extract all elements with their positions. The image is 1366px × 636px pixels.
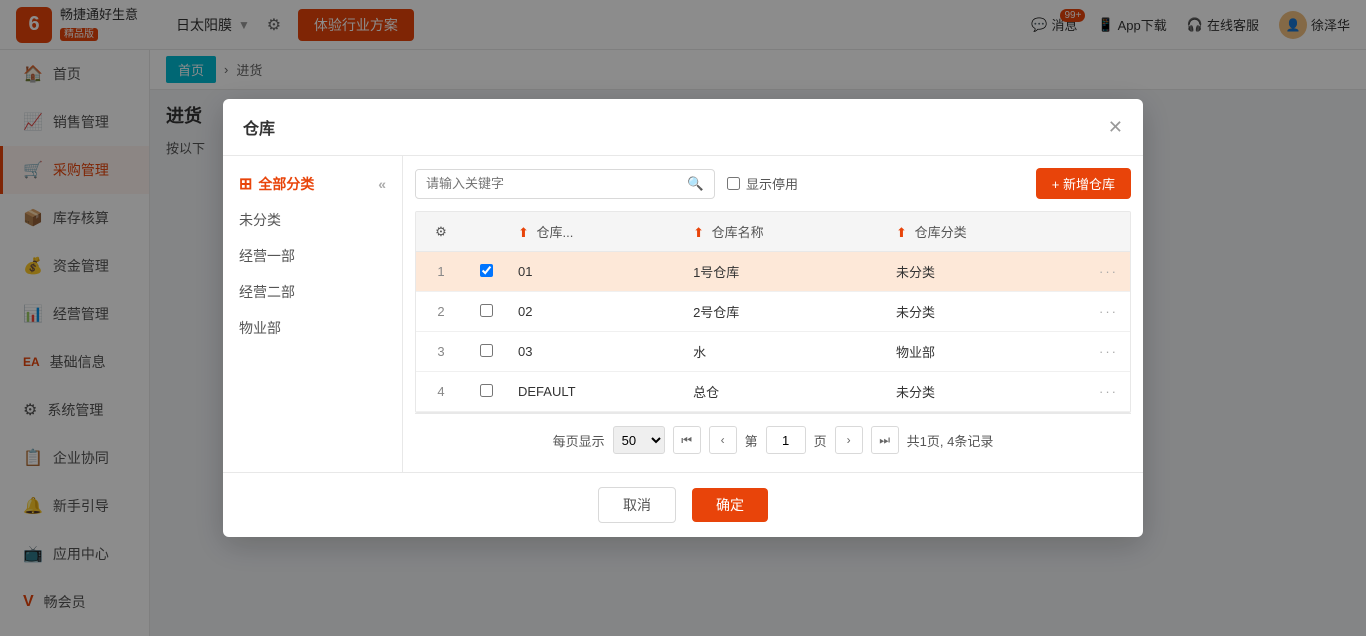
cancel-button[interactable]: 取消 xyxy=(598,487,676,523)
per-page-label: 每页显示 xyxy=(553,431,605,450)
row-checkbox-cell[interactable] xyxy=(466,292,506,332)
search-input[interactable] xyxy=(416,170,677,197)
modal-sidebar-header: ⊞ 全部分类 « xyxy=(223,166,402,202)
row-checkbox[interactable] xyxy=(480,264,493,277)
row-name: 1号仓库 xyxy=(681,252,884,292)
first-page-button[interactable]: ⏮ xyxy=(673,426,701,454)
row-code: DEFAULT xyxy=(506,372,681,412)
col-header-check xyxy=(466,212,506,252)
row-num: 1 xyxy=(416,252,466,292)
table-row[interactable]: 1 01 1号仓库 未分类 ··· xyxy=(416,252,1130,292)
table-row[interactable]: 4 DEFAULT 总仓 未分类 ··· xyxy=(416,372,1130,412)
col-header-gear[interactable]: ⚙ xyxy=(416,212,466,252)
row-name: 总仓 xyxy=(681,372,884,412)
col-header-category[interactable]: ⬆ 仓库分类 xyxy=(884,212,1087,252)
row-name: 2号仓库 xyxy=(681,292,884,332)
table-row[interactable]: 3 03 水 物业部 ··· xyxy=(416,332,1130,372)
row-code: 03 xyxy=(506,332,681,372)
grid-icon: ⊞ xyxy=(239,174,252,194)
modal-pagination: 每页显示 50 100 ⏮ ‹ 第 页 › ⏭ 共1页, 4条记录 xyxy=(415,413,1131,460)
row-code: 02 xyxy=(506,292,681,332)
table-header-row: ⚙ ⬆ 仓库... ⬆ 仓库名称 xyxy=(416,212,1130,252)
row-checkbox-cell[interactable] xyxy=(466,372,506,412)
row-category: 未分类 xyxy=(884,372,1087,412)
modal-header: 仓库 ✕ xyxy=(223,99,1143,156)
row-checkbox[interactable] xyxy=(480,304,493,317)
show-disabled-checkbox[interactable] xyxy=(727,177,740,190)
modal-search-box[interactable]: 🔍 xyxy=(415,169,715,199)
modal-footer: 取消 确定 xyxy=(223,472,1143,537)
show-disabled-checkbox-label[interactable]: 显示停用 xyxy=(727,174,798,193)
col-header-name[interactable]: ⬆ 仓库名称 xyxy=(681,212,884,252)
table-row[interactable]: 2 02 2号仓库 未分类 ··· xyxy=(416,292,1130,332)
row-checkbox-cell[interactable] xyxy=(466,332,506,372)
category-item-ops2[interactable]: 经营二部 xyxy=(223,274,402,310)
row-actions[interactable]: ··· xyxy=(1087,332,1130,372)
modal-main: 🔍 显示停用 + 新增仓库 ⚙ xyxy=(403,156,1143,472)
category-item-property[interactable]: 物业部 xyxy=(223,310,402,346)
row-checkbox[interactable] xyxy=(480,344,493,357)
row-num: 4 xyxy=(416,372,466,412)
warehouse-table: ⚙ ⬆ 仓库... ⬆ 仓库名称 xyxy=(415,211,1131,413)
row-code: 01 xyxy=(506,252,681,292)
last-page-button[interactable]: ⏭ xyxy=(871,426,899,454)
page-number-input[interactable] xyxy=(766,426,806,454)
row-category: 未分类 xyxy=(884,252,1087,292)
warehouse-modal: 仓库 ✕ ⊞ 全部分类 « 未分类 经营一部 xyxy=(223,99,1143,537)
category-item-uncategorized[interactable]: 未分类 xyxy=(223,202,402,238)
show-disabled-label: 显示停用 xyxy=(746,174,798,193)
row-category: 物业部 xyxy=(884,332,1087,372)
row-actions[interactable]: ··· xyxy=(1087,252,1130,292)
total-info: 共1页, 4条记录 xyxy=(907,431,994,450)
col-header-code[interactable]: ⬆ 仓库... xyxy=(506,212,681,252)
page-label: 第 xyxy=(745,431,758,450)
collapse-button[interactable]: « xyxy=(378,176,386,192)
category-header-label[interactable]: 全部分类 xyxy=(258,174,314,194)
modal-category-sidebar: ⊞ 全部分类 « 未分类 经营一部 经营二部 物业部 xyxy=(223,156,403,472)
modal-close-button[interactable]: ✕ xyxy=(1108,118,1123,136)
col-header-actions xyxy=(1087,212,1130,252)
row-checkbox[interactable] xyxy=(480,384,493,397)
search-button[interactable]: 🔍 xyxy=(677,170,714,198)
row-name: 水 xyxy=(681,332,884,372)
row-actions[interactable]: ··· xyxy=(1087,292,1130,332)
sort-icon-name: ⬆ xyxy=(693,225,704,240)
row-checkbox-cell[interactable] xyxy=(466,252,506,292)
category-item-ops1[interactable]: 经营一部 xyxy=(223,238,402,274)
per-page-select[interactable]: 50 100 xyxy=(613,426,665,454)
page-unit: 页 xyxy=(814,431,827,450)
sort-icon-code: ⬆ xyxy=(518,225,529,240)
row-category: 未分类 xyxy=(884,292,1087,332)
next-page-button[interactable]: › xyxy=(835,426,863,454)
modal-title: 仓库 xyxy=(243,115,275,139)
row-num: 2 xyxy=(416,292,466,332)
row-num: 3 xyxy=(416,332,466,372)
modal-toolbar: 🔍 显示停用 + 新增仓库 xyxy=(415,168,1131,199)
confirm-button[interactable]: 确定 xyxy=(692,488,768,522)
modal-body: ⊞ 全部分类 « 未分类 经营一部 经营二部 物业部 xyxy=(223,156,1143,472)
prev-page-button[interactable]: ‹ xyxy=(709,426,737,454)
modal-overlay[interactable]: 仓库 ✕ ⊞ 全部分类 « 未分类 经营一部 xyxy=(0,0,1366,636)
add-warehouse-button[interactable]: + 新增仓库 xyxy=(1036,168,1131,199)
row-actions[interactable]: ··· xyxy=(1087,372,1130,412)
sort-icon-category: ⬆ xyxy=(896,225,907,240)
